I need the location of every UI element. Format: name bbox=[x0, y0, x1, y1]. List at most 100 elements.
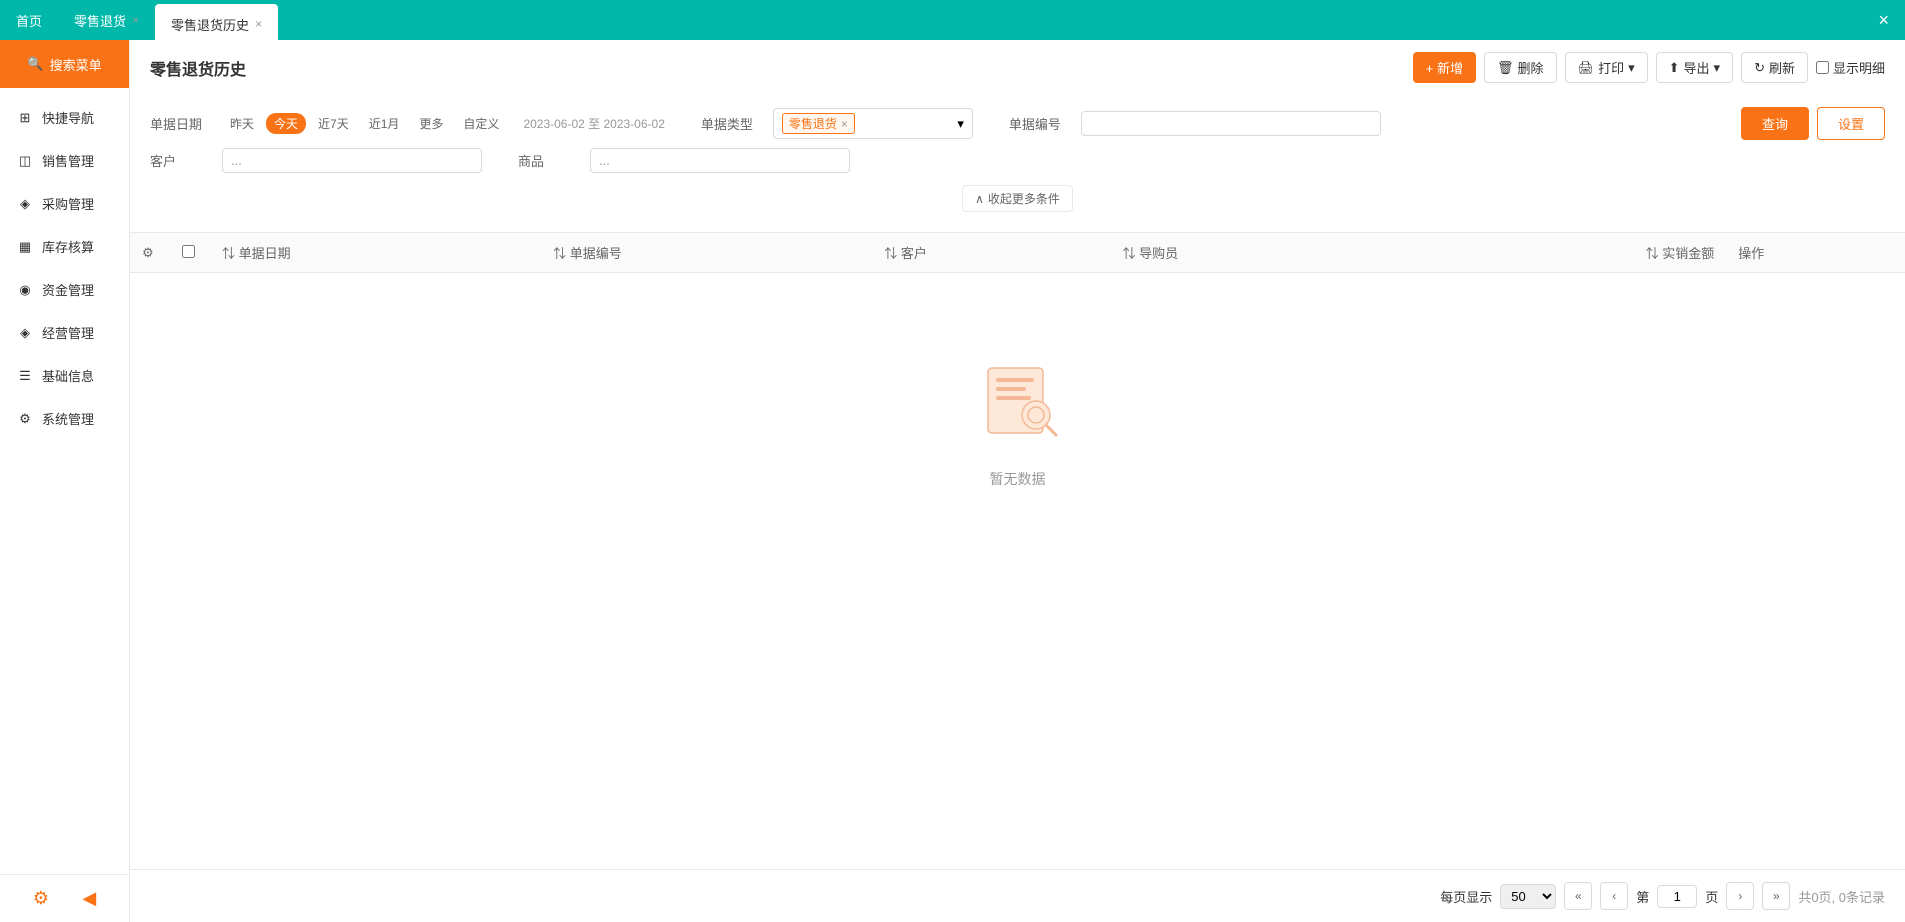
filter-row-customer: 客户 ... 商品 ... bbox=[150, 148, 1885, 173]
main-layout: 🔍 搜索菜单 ⊞ 快捷导航 ◫ 销售管理 ◈采购管理 ▦ 库存核算 ◉ 资金管理 ◈ 经营管理 ☰ 基础… bbox=[0, 40, 1905, 922]
sidebar-bottom: ⚙ ◀ bbox=[0, 874, 129, 922]
nav-label-biz-mgmt: 经营管理 bbox=[42, 323, 94, 342]
query-button[interactable]: 查询 bbox=[1741, 107, 1809, 140]
per-page-select[interactable]: 50 10 20 100 bbox=[1500, 884, 1556, 909]
page-number-input[interactable] bbox=[1657, 885, 1697, 908]
tab-close-retail-return[interactable]: × bbox=[132, 13, 139, 27]
delete-button[interactable]: 🗑 删除 bbox=[1484, 52, 1557, 83]
search-icon: 🔍 bbox=[27, 56, 43, 72]
nav-label-sys-mgmt: 系统管理 bbox=[42, 409, 94, 428]
date-opt-yesterday[interactable]: 昨天 bbox=[222, 113, 262, 134]
print-icon: 🖨 bbox=[1578, 60, 1595, 76]
export-button[interactable]: ⬆ 导出 ▾ bbox=[1656, 52, 1733, 83]
th-guide[interactable]: ⇅ 导购员 bbox=[1110, 233, 1395, 273]
page-total: 共0页, 0条记录 bbox=[1798, 887, 1885, 906]
bill-no-filter-label: 单据编号 bbox=[1009, 114, 1065, 133]
export-chevron-icon: ▾ bbox=[1714, 60, 1721, 76]
bill-type-filter-label: 单据类型 bbox=[701, 114, 757, 133]
sidebar-item-purchase-mgmt[interactable]: ◈采购管理 bbox=[0, 182, 129, 225]
first-page-button[interactable]: « bbox=[1564, 882, 1592, 910]
page-label: 第 bbox=[1636, 887, 1649, 906]
customer-dots: ... bbox=[231, 153, 242, 168]
pagination-bar: 每页显示 50 10 20 100 « ‹ 第 页 › » 共0页, 0条记录 bbox=[130, 869, 1905, 922]
content-area: 零售退货历史 + 新增 🗑 删除 🖨 打印 ▾ ⬆ 导出 bbox=[130, 40, 1905, 922]
refresh-button[interactable]: ↻ 刷新 bbox=[1741, 52, 1808, 83]
date-opt-1month[interactable]: 近1月 bbox=[361, 113, 408, 134]
th-settings[interactable]: ⚙ bbox=[130, 233, 170, 273]
collapse-button[interactable]: ∧ 收起更多条件 bbox=[962, 185, 1073, 212]
sidebar-item-fund-mgmt[interactable]: ◉ 资金管理 bbox=[0, 268, 129, 311]
nav-icon-biz-mgmt: ◈ bbox=[16, 324, 34, 342]
sidebar-item-basic-info[interactable]: ☰ 基础信息 bbox=[0, 354, 129, 397]
date-range-display: 2023-06-02 至 2023-06-02 bbox=[523, 115, 664, 132]
sidebar: 🔍 搜索菜单 ⊞ 快捷导航 ◫ 销售管理 ◈采购管理 ▦ 库存核算 ◉ 资金管理 ◈ 经营管理 ☰ 基础… bbox=[0, 40, 130, 922]
nav-icon-purchase-mgmt: ◈ bbox=[16, 195, 34, 213]
tab-retail-return-history[interactable]: 零售退货历史× bbox=[155, 4, 278, 44]
nav-icon-quick-nav: ⊞ bbox=[16, 109, 34, 127]
bill-type-tag: 零售退货 × bbox=[782, 113, 855, 134]
last-page-button[interactable]: » bbox=[1762, 882, 1790, 910]
nav-label-basic-info: 基础信息 bbox=[42, 366, 94, 385]
tab-close-retail-return-history[interactable]: × bbox=[255, 17, 262, 31]
tab-list: 首页零售退货×零售退货历史× bbox=[0, 0, 1862, 40]
tab-home[interactable]: 首页 bbox=[0, 0, 58, 40]
sidebar-collapse-icon[interactable]: ◀ bbox=[82, 888, 96, 909]
bill-type-chevron-icon: ▾ bbox=[957, 116, 964, 132]
th-customer[interactable]: ⇅ 客户 bbox=[872, 233, 1110, 273]
th-bill-no[interactable]: ⇅ 单据编号 bbox=[541, 233, 872, 273]
top-bar: 首页零售退货×零售退货历史× × bbox=[0, 0, 1905, 40]
prev-page-button[interactable]: ‹ bbox=[1600, 882, 1628, 910]
page-title-row: 零售退货历史 + 新增 🗑 删除 🖨 打印 ▾ ⬆ 导出 bbox=[150, 52, 1885, 83]
tab-retail-return[interactable]: 零售退货× bbox=[58, 0, 155, 40]
print-button[interactable]: 🖨 打印 ▾ bbox=[1565, 52, 1648, 83]
nav-icon-basic-info: ☰ bbox=[16, 367, 34, 385]
export-icon: ⬆ bbox=[1669, 60, 1680, 76]
sidebar-item-sys-mgmt[interactable]: ⚙ 系统管理 bbox=[0, 397, 129, 440]
date-opt-custom[interactable]: 自定义 bbox=[455, 113, 507, 134]
empty-text: 暂无数据 bbox=[990, 469, 1046, 489]
th-bill-date[interactable]: ⇅ 单据日期 bbox=[210, 233, 541, 273]
bill-type-tag-close[interactable]: × bbox=[841, 117, 848, 131]
new-button[interactable]: + 新增 bbox=[1413, 52, 1476, 83]
sidebar-item-biz-mgmt[interactable]: ◈ 经营管理 bbox=[0, 311, 129, 354]
customer-select[interactable]: ... bbox=[222, 148, 482, 173]
page-header: 零售退货历史 + 新增 🗑 删除 🖨 打印 ▾ ⬆ 导出 bbox=[130, 40, 1905, 233]
sidebar-nav: ⊞ 快捷导航 ◫ 销售管理 ◈采购管理 ▦ 库存核算 ◉ 资金管理 ◈ 经营管理 ☰ 基础信息 ⚙ 系统管理 bbox=[0, 88, 129, 874]
nav-icon-sales-mgmt: ◫ bbox=[16, 152, 34, 170]
display-detail-checkbox[interactable] bbox=[1816, 61, 1829, 74]
page-unit: 页 bbox=[1705, 887, 1718, 906]
goods-select[interactable]: ... bbox=[590, 148, 850, 173]
sidebar-item-quick-nav[interactable]: ⊞ 快捷导航 bbox=[0, 96, 129, 139]
customer-filter-label: 客户 bbox=[150, 151, 206, 170]
sidebar-item-sales-mgmt[interactable]: ◫ 销售管理 bbox=[0, 139, 129, 182]
date-opt-7days[interactable]: 近7天 bbox=[310, 113, 357, 134]
nav-label-sales-mgmt: 销售管理 bbox=[42, 151, 94, 170]
settings-button[interactable]: 设置 bbox=[1817, 107, 1885, 140]
sidebar-search-button[interactable]: 🔍 搜索菜单 bbox=[0, 40, 129, 88]
sidebar-settings-icon[interactable]: ⚙ bbox=[33, 888, 49, 909]
table-area: ⚙ ⇅ 单据日期 ⇅ 单据编号 ⇅ 客户 ⇅ 导购员 ⇅ 实销金额 操作 bbox=[130, 233, 1905, 869]
nav-icon-fund-mgmt: ◉ bbox=[16, 281, 34, 299]
bill-type-select[interactable]: 零售退货 × ▾ bbox=[773, 108, 973, 139]
collapse-up-icon: ∧ bbox=[975, 192, 984, 206]
th-operation: 操作 bbox=[1726, 233, 1905, 273]
th-actual-amount[interactable]: ⇅ 实销金额 bbox=[1395, 233, 1726, 273]
collapse-row: ∧ 收起更多条件 bbox=[150, 181, 1885, 220]
table-header: ⚙ ⇅ 单据日期 ⇅ 单据编号 ⇅ 客户 ⇅ 导购员 ⇅ 实销金额 操作 bbox=[130, 233, 1905, 273]
select-all-checkbox[interactable] bbox=[182, 245, 195, 258]
date-opt-today[interactable]: 今天 bbox=[266, 113, 306, 134]
window-close-button[interactable]: × bbox=[1862, 10, 1905, 31]
goods-dots: ... bbox=[599, 153, 610, 168]
toolbar: + 新增 🗑 删除 🖨 打印 ▾ ⬆ 导出 ▾ bbox=[1413, 52, 1885, 83]
date-opt-more[interactable]: 更多 bbox=[411, 113, 451, 134]
nav-label-quick-nav: 快捷导航 bbox=[42, 108, 94, 127]
nav-icon-inventory-check: ▦ bbox=[16, 238, 34, 256]
bill-no-input[interactable] bbox=[1081, 111, 1381, 136]
nav-label-inventory-check: 库存核算 bbox=[42, 237, 94, 256]
th-checkbox[interactable] bbox=[170, 233, 210, 273]
page-title: 零售退货历史 bbox=[150, 56, 246, 80]
sidebar-item-inventory-check[interactable]: ▦ 库存核算 bbox=[0, 225, 129, 268]
nav-icon-sys-mgmt: ⚙ bbox=[16, 410, 34, 428]
next-page-button[interactable]: › bbox=[1726, 882, 1754, 910]
nav-label-fund-mgmt: 资金管理 bbox=[42, 280, 94, 299]
